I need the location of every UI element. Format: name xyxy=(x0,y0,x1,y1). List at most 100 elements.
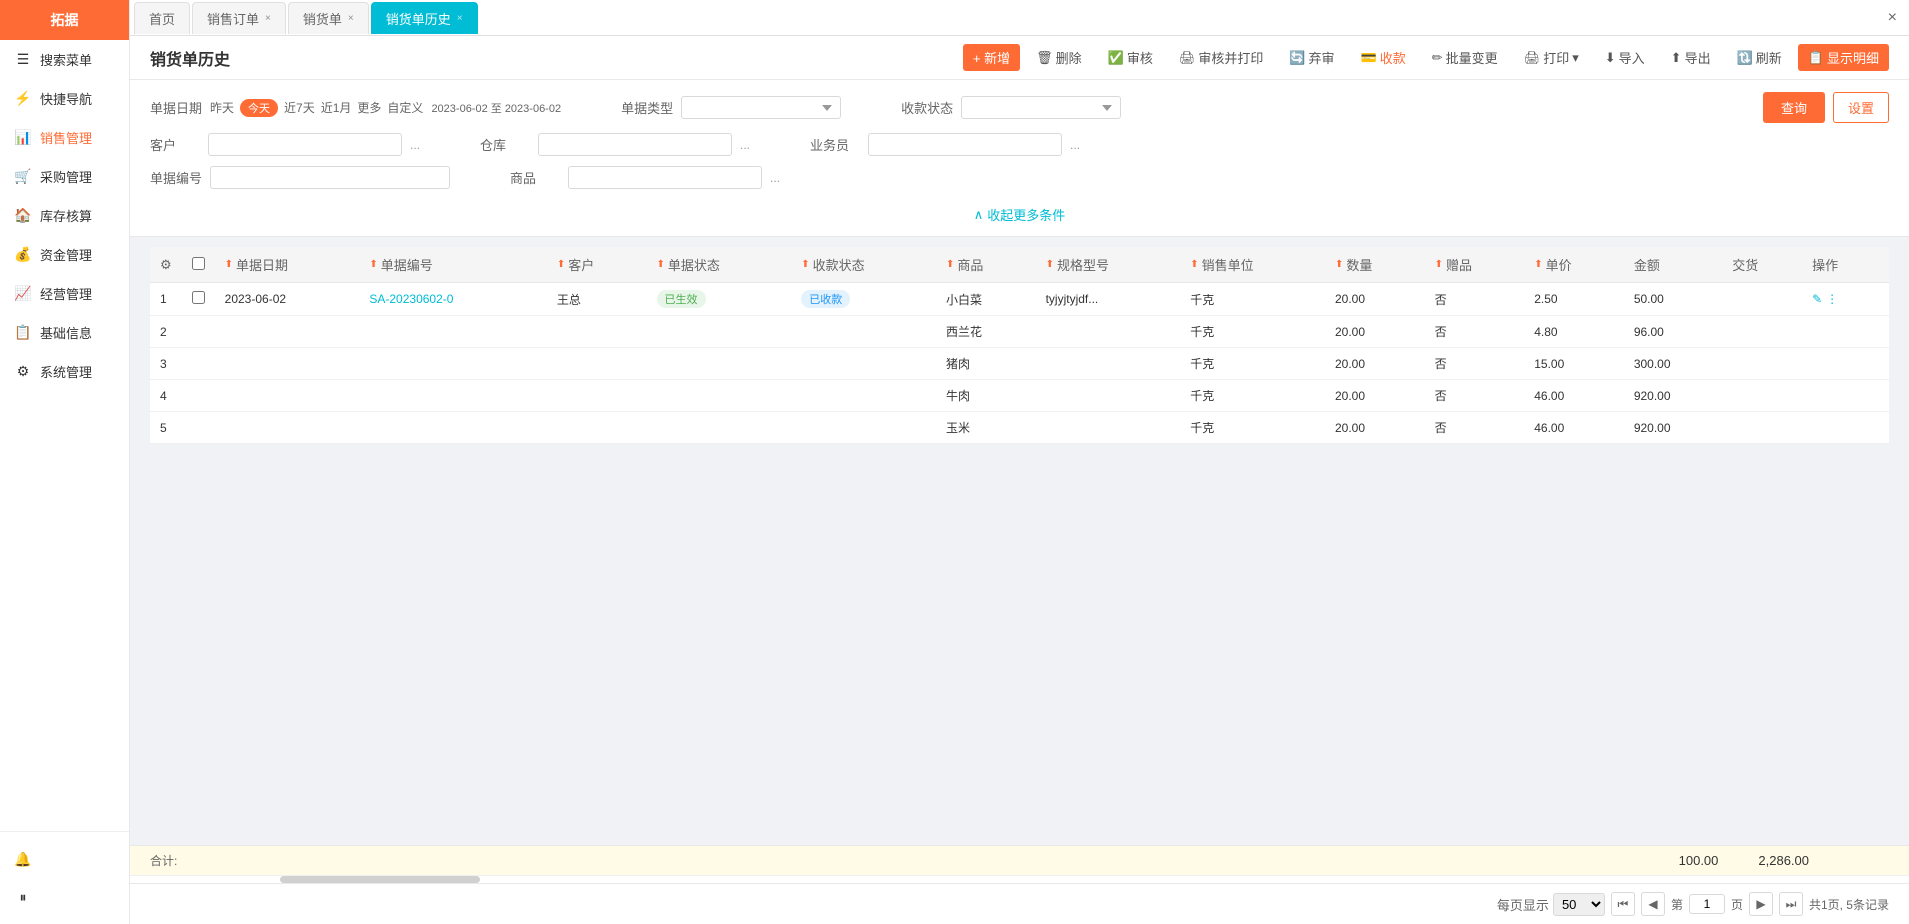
doc-no-link[interactable]: SA-20230602-0 xyxy=(369,292,453,306)
warehouse-input[interactable] xyxy=(538,133,732,156)
audit-print-button[interactable]: 🖨 审核并打印 xyxy=(1169,44,1274,71)
date-custom[interactable]: 自定义 xyxy=(387,99,423,116)
sidebar-item-basic-info[interactable]: 📋 基础信息 xyxy=(0,313,129,352)
date-more[interactable]: 更多 xyxy=(357,99,381,116)
first-page-button[interactable]: ⏮ xyxy=(1611,892,1635,916)
col-product[interactable]: ⬆商品 xyxy=(936,247,1036,283)
op-link-0[interactable]: ✎ xyxy=(1812,292,1822,306)
setting-button[interactable]: 设置 xyxy=(1833,92,1889,123)
prev-page-button[interactable]: ◀ xyxy=(1641,892,1665,916)
per-page-select[interactable]: 50 100 200 xyxy=(1553,893,1605,916)
batch-change-button[interactable]: ✏ 批量变更 xyxy=(1422,44,1508,71)
customer-input[interactable] xyxy=(208,133,402,156)
scrollbar-thumb[interactable] xyxy=(280,876,480,883)
tab-sales-history[interactable]: 销货单历史 × xyxy=(371,2,478,34)
select-all-checkbox[interactable] xyxy=(192,257,205,270)
row-doc-no[interactable] xyxy=(359,380,547,412)
tab-sales-history-close[interactable]: × xyxy=(457,13,463,24)
doc-no-input[interactable] xyxy=(210,166,450,189)
payment-status-select[interactable] xyxy=(961,96,1121,119)
batch-change-label: 批量变更 xyxy=(1446,48,1498,67)
window-close-button[interactable]: × xyxy=(1880,9,1905,27)
abandon-button[interactable]: 🔄 弃审 xyxy=(1279,44,1344,71)
sidebar-item-sales[interactable]: 📊 销售管理 xyxy=(0,118,129,157)
col-date[interactable]: ⬆单据日期 xyxy=(215,247,360,283)
sidebar-pause[interactable]: ⏸ xyxy=(0,878,129,916)
row-checkbox[interactable] xyxy=(182,380,215,412)
col-price[interactable]: ⬆单价 xyxy=(1524,247,1624,283)
salesperson-input[interactable] xyxy=(868,133,1062,156)
sidebar-item-label: 经营管理 xyxy=(40,284,92,303)
page-number-input[interactable] xyxy=(1689,894,1725,914)
product-more[interactable]: ... xyxy=(770,171,780,185)
delete-button[interactable]: 🗑 删除 xyxy=(1026,44,1092,71)
date-today[interactable]: 今天 xyxy=(240,99,278,117)
product-input[interactable] xyxy=(568,166,762,189)
warehouse-more[interactable]: ... xyxy=(740,138,750,152)
collapse-filter-button[interactable]: ∧ 收起更多条件 xyxy=(150,205,1889,224)
date-1month[interactable]: 近1月 xyxy=(321,99,352,116)
tab-sales-order[interactable]: 销售订单 × xyxy=(192,2,286,34)
col-delivery[interactable]: 交货 xyxy=(1722,247,1802,283)
row-checkbox[interactable] xyxy=(182,412,215,444)
sidebar-item-quick-nav[interactable]: ⚡ 快捷导航 xyxy=(0,79,129,118)
pagination: 每页显示 50 100 200 ⏮ ◀ 第 页 ▶ ⏭ 共1页, 5条记录 xyxy=(130,883,1909,924)
row-gift: 否 xyxy=(1425,348,1525,380)
sidebar-bottom: 🔔 ⏸ xyxy=(0,831,129,924)
row-select-checkbox[interactable] xyxy=(192,291,205,304)
date-yesterday[interactable]: 昨天 xyxy=(210,99,234,116)
show-detail-button[interactable]: 📋 显示明细 xyxy=(1798,44,1889,71)
new-button[interactable]: + 新增 xyxy=(963,44,1020,71)
col-ops: 操作 xyxy=(1802,247,1889,283)
sidebar-item-operations[interactable]: 📈 经营管理 xyxy=(0,274,129,313)
col-spec[interactable]: ⬆规格型号 xyxy=(1036,247,1181,283)
salesperson-more[interactable]: ... xyxy=(1070,138,1080,152)
tab-sales-order-close[interactable]: × xyxy=(265,13,271,24)
col-amount[interactable]: 金额 xyxy=(1624,247,1722,283)
row-checkbox[interactable] xyxy=(182,348,215,380)
sidebar-item-finance[interactable]: 💰 资金管理 xyxy=(0,235,129,274)
col-qty[interactable]: ⬆数量 xyxy=(1325,247,1425,283)
row-doc-no[interactable] xyxy=(359,348,547,380)
sidebar-item-system[interactable]: ⚙ 系统管理 xyxy=(0,352,129,391)
sidebar-item-inventory[interactable]: 🏠 库存核算 xyxy=(0,196,129,235)
col-checkbox[interactable] xyxy=(182,247,215,283)
query-button[interactable]: 查询 xyxy=(1763,92,1825,123)
sidebar-item-label: 采购管理 xyxy=(40,167,92,186)
refresh-button[interactable]: 🔃 刷新 xyxy=(1727,44,1792,71)
customer-more[interactable]: ... xyxy=(410,138,420,152)
summary-values: 100.00 2,286.00 xyxy=(210,853,1889,868)
print-button[interactable]: 🖨 打印 ▾ xyxy=(1514,44,1589,71)
col-unit[interactable]: ⬆销售单位 xyxy=(1180,247,1325,283)
tab-home[interactable]: 首页 xyxy=(134,2,190,34)
refresh-label: 刷新 xyxy=(1756,48,1782,67)
tab-sales-invoice-close[interactable]: × xyxy=(348,13,354,24)
sidebar-item-search-menu[interactable]: ☰ 搜索菜单 xyxy=(0,40,129,79)
row-date: 2023-06-02 xyxy=(215,283,360,316)
sidebar-item-purchase[interactable]: 🛒 采购管理 xyxy=(0,157,129,196)
date-7days[interactable]: 近7天 xyxy=(284,99,315,116)
row-doc-no[interactable] xyxy=(359,316,547,348)
export-button[interactable]: ⬆ 导出 xyxy=(1661,44,1721,71)
row-checkbox[interactable] xyxy=(182,283,215,316)
col-settings[interactable]: ⚙ xyxy=(150,247,182,283)
horizontal-scrollbar[interactable] xyxy=(130,875,1909,883)
col-gift[interactable]: ⬆赠品 xyxy=(1425,247,1525,283)
col-pay-status[interactable]: ⬆收款状态 xyxy=(791,247,936,283)
next-page-button[interactable]: ▶ xyxy=(1749,892,1773,916)
doc-type-select[interactable] xyxy=(681,96,841,119)
col-doc-no[interactable]: ⬆单据编号 xyxy=(359,247,547,283)
import-button[interactable]: ⬇ 导入 xyxy=(1595,44,1655,71)
col-customer[interactable]: ⬆客户 xyxy=(547,247,647,283)
row-doc-no[interactable]: SA-20230602-0 xyxy=(359,283,547,316)
tab-sales-invoice[interactable]: 销货单 × xyxy=(288,2,369,34)
audit-button[interactable]: ✅ 审核 xyxy=(1098,44,1163,71)
settings-gear-icon[interactable]: ⚙ xyxy=(160,257,172,272)
sidebar-notification[interactable]: 🔔 xyxy=(0,840,129,878)
col-doc-status[interactable]: ⬆单据状态 xyxy=(647,247,792,283)
row-checkbox[interactable] xyxy=(182,316,215,348)
row-doc-no[interactable] xyxy=(359,412,547,444)
last-page-button[interactable]: ⏭ xyxy=(1779,892,1803,916)
op-link-1[interactable]: ⋮ xyxy=(1826,292,1838,306)
collect-button[interactable]: 💳 收款 xyxy=(1351,44,1416,71)
